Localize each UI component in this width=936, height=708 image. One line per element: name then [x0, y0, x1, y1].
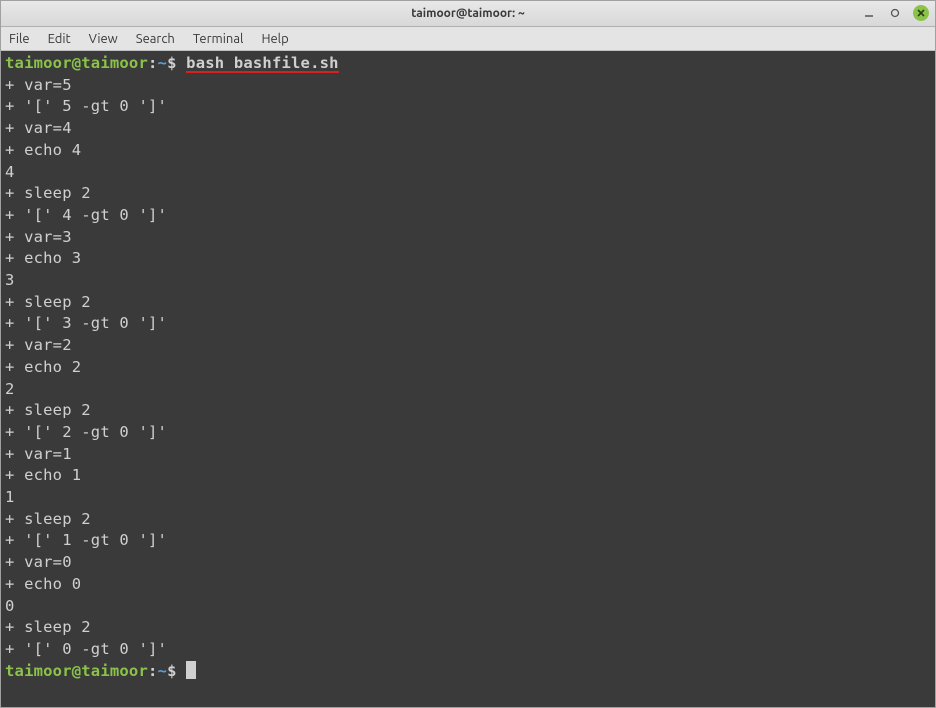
menu-search[interactable]: Search — [136, 32, 175, 46]
output-line: + var=0 — [5, 552, 931, 574]
prompt-colon: : — [148, 662, 158, 680]
menu-help[interactable]: Help — [261, 32, 288, 46]
output-line: + var=2 — [5, 335, 931, 357]
prompt-dollar: $ — [167, 662, 177, 680]
output-line: + echo 2 — [5, 357, 931, 379]
output-line: 4 — [5, 162, 931, 184]
output-line: + sleep 2 — [5, 400, 931, 422]
output-line: + '[' 2 -gt 0 ']' — [5, 422, 931, 444]
menu-edit[interactable]: Edit — [48, 32, 71, 46]
output-line: + var=1 — [5, 444, 931, 466]
output-line: + sleep 2 — [5, 292, 931, 314]
menu-terminal[interactable]: Terminal — [193, 32, 244, 46]
output-line: + sleep 2 — [5, 183, 931, 205]
command-text: bash bashfile.sh — [186, 54, 339, 72]
titlebar[interactable]: taimoor@taimoor: ~ — [1, 1, 935, 27]
output-line: + echo 1 — [5, 465, 931, 487]
output-line: + echo 0 — [5, 574, 931, 596]
prompt-colon: : — [148, 54, 158, 72]
menu-file[interactable]: File — [9, 32, 30, 46]
terminal-output: + var=5+ '[' 5 -gt 0 ']'+ var=4+ echo 44… — [5, 75, 931, 661]
close-icon — [916, 8, 926, 18]
cursor — [186, 661, 196, 679]
terminal-window: taimoor@taimoor: ~ File Edit View Search… — [0, 0, 936, 708]
prompt-user-host: taimoor@taimoor — [5, 662, 148, 680]
output-line: 1 — [5, 487, 931, 509]
terminal-content[interactable]: taimoor@taimoor:~$ bash bashfile.sh+ var… — [1, 51, 935, 707]
menu-view[interactable]: View — [89, 32, 118, 46]
prompt-path: ~ — [158, 662, 168, 680]
window-title: taimoor@taimoor: ~ — [411, 7, 524, 20]
prompt-line-idle: taimoor@taimoor:~$ — [5, 661, 931, 683]
output-line: + var=4 — [5, 118, 931, 140]
output-line: + var=5 — [5, 75, 931, 97]
prompt-user-host: taimoor@taimoor — [5, 54, 148, 72]
output-line: + '[' 1 -gt 0 ']' — [5, 530, 931, 552]
minimize-button[interactable] — [861, 5, 877, 21]
prompt-path: ~ — [158, 54, 168, 72]
minimize-icon — [864, 8, 874, 18]
prompt-line: taimoor@taimoor:~$ bash bashfile.sh — [5, 53, 931, 75]
output-line: 2 — [5, 379, 931, 401]
prompt-dollar: $ — [167, 54, 177, 72]
output-line: 0 — [5, 596, 931, 618]
output-line: + '[' 5 -gt 0 ']' — [5, 96, 931, 118]
maximize-button[interactable] — [887, 5, 903, 21]
output-line: + sleep 2 — [5, 617, 931, 639]
menubar: File Edit View Search Terminal Help — [1, 27, 935, 51]
output-line: + echo 3 — [5, 248, 931, 270]
output-line: 3 — [5, 270, 931, 292]
close-button[interactable] — [913, 5, 929, 21]
output-line: + '[' 4 -gt 0 ']' — [5, 205, 931, 227]
output-line: + sleep 2 — [5, 509, 931, 531]
output-line: + var=3 — [5, 227, 931, 249]
maximize-icon — [890, 8, 900, 18]
output-line: + echo 4 — [5, 140, 931, 162]
window-controls — [861, 5, 929, 21]
output-line: + '[' 0 -gt 0 ']' — [5, 639, 931, 661]
output-line: + '[' 3 -gt 0 ']' — [5, 313, 931, 335]
